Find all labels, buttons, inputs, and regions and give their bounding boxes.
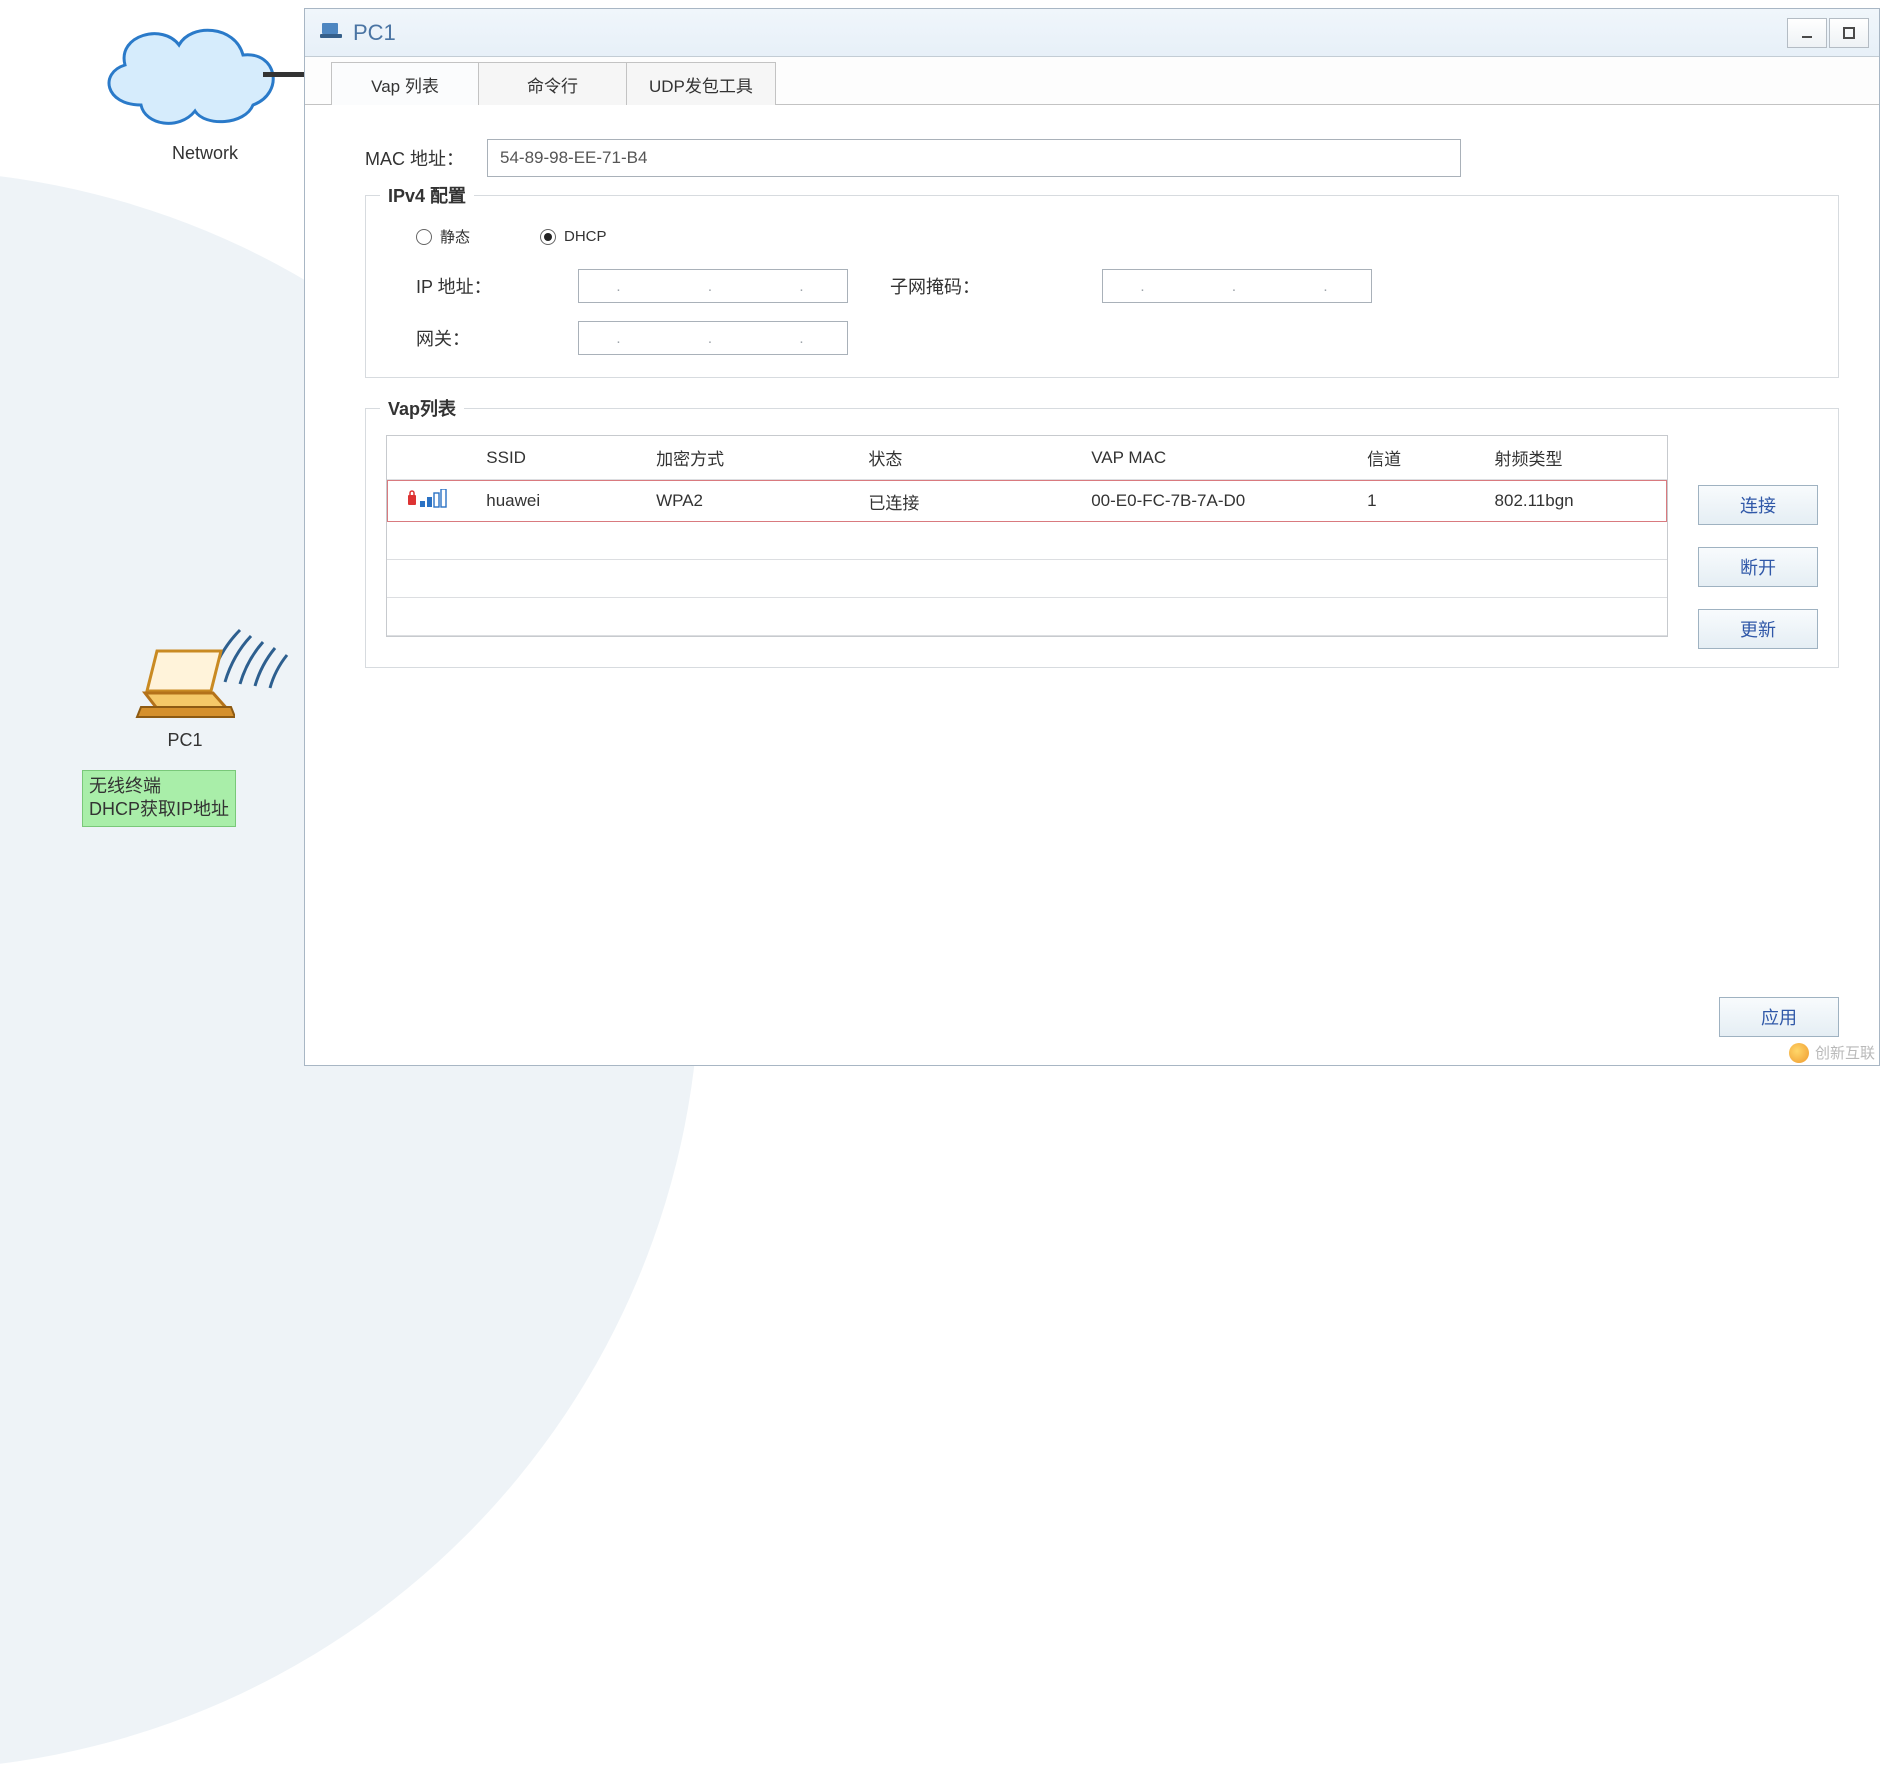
watermark-icon — [1789, 1043, 1809, 1063]
radio-dhcp-label: DHCP — [564, 228, 607, 245]
gw-input[interactable] — [578, 321, 848, 355]
ip-label: IP 地址： — [416, 273, 556, 299]
titlebar: PC1 — [305, 9, 1879, 57]
col-state: 状态 — [860, 436, 1083, 480]
annotation-box: 无线终端 DHCP获取IP地址 — [82, 770, 236, 827]
mac-input[interactable] — [487, 139, 1461, 177]
radio-dhcp[interactable]: DHCP — [540, 228, 607, 245]
gw-label: 网关： — [416, 325, 556, 351]
annotation-line1: 无线终端 — [89, 775, 229, 798]
laptop-icon — [135, 645, 235, 720]
cell-enc: WPA2 — [648, 480, 860, 522]
apply-button[interactable]: 应用 — [1719, 997, 1839, 1037]
tab-body: MAC 地址： IPv4 配置 静态 DHCP IP 地址： 子网掩码： — [305, 105, 1879, 1065]
network-label: Network — [95, 143, 315, 164]
radio-static-label: 静态 — [440, 226, 470, 247]
col-enc: 加密方式 — [648, 436, 860, 480]
vap-empty-row — [387, 560, 1667, 598]
mask-input[interactable] — [1102, 269, 1372, 303]
tabstrip: Vap 列表 命令行 UDP发包工具 — [305, 57, 1879, 105]
disconnect-button[interactable]: 断开 — [1698, 547, 1818, 587]
cell-mac: 00-E0-FC-7B-7A-D0 — [1083, 480, 1359, 522]
pc-label: PC1 — [85, 730, 285, 751]
col-ch: 信道 — [1359, 436, 1486, 480]
vap-empty-row — [387, 598, 1667, 636]
radio-icon — [416, 229, 432, 245]
col-ssid: SSID — [478, 436, 648, 480]
tab-vap-list[interactable]: Vap 列表 — [331, 62, 479, 105]
vap-empty-row — [387, 522, 1667, 560]
mac-label: MAC 地址： — [365, 145, 487, 171]
ip-input[interactable] — [578, 269, 848, 303]
radio-static[interactable]: 静态 — [416, 226, 470, 247]
minimize-button[interactable] — [1787, 18, 1827, 48]
vap-header-row: SSID 加密方式 状态 VAP MAC 信道 射频类型 — [387, 436, 1667, 480]
network-cloud: Network — [95, 15, 315, 164]
radio-icon — [540, 229, 556, 245]
col-rf: 射频类型 — [1487, 436, 1667, 480]
wifi-secure-icon — [408, 489, 460, 509]
col-mac: VAP MAC — [1083, 436, 1359, 480]
vap-table: SSID 加密方式 状态 VAP MAC 信道 射频类型 — [386, 435, 1668, 637]
pc-node: PC1 — [85, 645, 285, 751]
refresh-button[interactable]: 更新 — [1698, 609, 1818, 649]
annotation-line2: DHCP获取IP地址 — [89, 798, 229, 821]
pc-title-icon — [319, 19, 343, 47]
cell-rf: 802.11bgn — [1487, 480, 1667, 522]
vap-fieldset: Vap列表 SSID 加密方式 状态 VAP MAC 信道 射频类型 — [365, 408, 1839, 668]
pc1-window: PC1 Vap 列表 命令行 UDP发包工具 MAC 地址： IPv4 配置 静… — [304, 8, 1880, 1066]
ipv4-fieldset: IPv4 配置 静态 DHCP IP 地址： 子网掩码： 网关： — [365, 195, 1839, 378]
window-title: PC1 — [353, 20, 396, 46]
connect-button[interactable]: 连接 — [1698, 485, 1818, 525]
cell-state: 已连接 — [860, 480, 1083, 522]
tab-udp-tool[interactable]: UDP发包工具 — [627, 62, 776, 105]
cell-ch: 1 — [1359, 480, 1486, 522]
tab-cli[interactable]: 命令行 — [479, 62, 627, 105]
mask-label: 子网掩码： — [890, 273, 1080, 299]
cell-ssid: huawei — [478, 480, 648, 522]
vap-legend: Vap列表 — [380, 395, 464, 421]
vap-row[interactable]: huawei WPA2 已连接 00-E0-FC-7B-7A-D0 1 802.… — [387, 480, 1667, 522]
watermark: 创新互联 — [1789, 1042, 1875, 1063]
cloud-icon — [95, 15, 285, 135]
watermark-text: 创新互联 — [1815, 1042, 1875, 1063]
ipv4-legend: IPv4 配置 — [380, 182, 474, 208]
maximize-button[interactable] — [1829, 18, 1869, 48]
